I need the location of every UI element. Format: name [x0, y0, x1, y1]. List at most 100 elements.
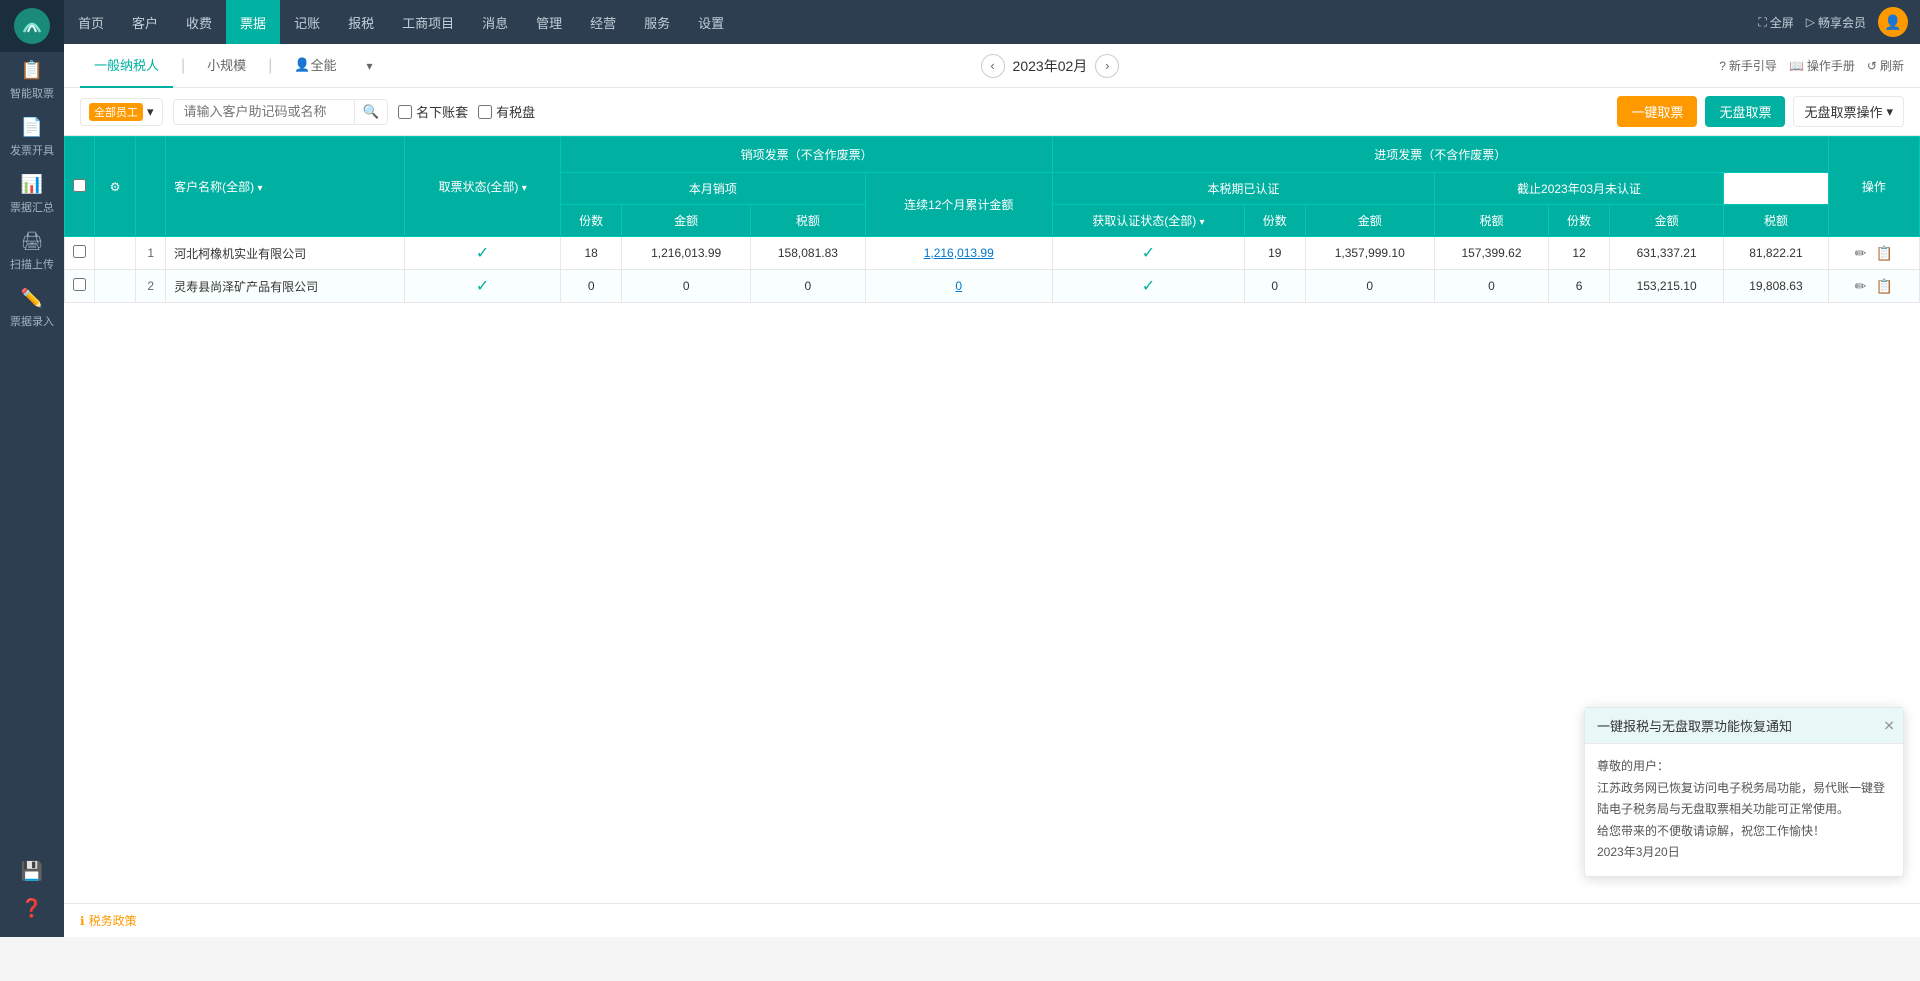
checkbox-has-disk-input[interactable] — [478, 105, 492, 119]
tax-policy-link[interactable]: ℹ 税务政策 — [80, 912, 137, 929]
no-disk-fetch-btn[interactable]: 无盘取票 — [1705, 96, 1785, 127]
popup-line: 尊敬的用户： — [1597, 756, 1891, 778]
nav-service[interactable]: 服务 — [630, 0, 684, 44]
employee-select[interactable]: 全部员工 ▾ — [80, 98, 163, 126]
row-settings-cell — [95, 270, 136, 303]
member-btn[interactable]: ▷ 畅享会员 — [1806, 14, 1866, 31]
sidebar-item-invoice-summary[interactable]: 📊 票据汇总 — [0, 166, 64, 223]
prev-month-btn[interactable]: ‹ — [981, 54, 1005, 78]
fullscreen-btn[interactable]: ⛶ 全屏 — [1758, 14, 1793, 31]
app-logo[interactable] — [0, 0, 64, 52]
nav-billing[interactable]: 收费 — [172, 0, 226, 44]
nav-tax[interactable]: 报税 — [334, 0, 388, 44]
manual-btn[interactable]: 📖 操作手册 — [1789, 57, 1855, 74]
tab-divider-2: | — [268, 57, 272, 75]
sidebar-bottom: 💾 ❓ — [0, 853, 64, 937]
checkbox-own-accounts-input[interactable] — [398, 105, 412, 119]
one-click-fetch-btn[interactable]: 一键取票 — [1617, 96, 1697, 127]
table-row: 1 河北柯橡机实业有限公司 ✓ 18 1,216,013.99 158,081.… — [65, 237, 1920, 270]
sidebar-help-btn[interactable]: ❓ — [0, 890, 64, 927]
nav-home[interactable]: 首页 — [64, 0, 118, 44]
nav-message[interactable]: 消息 — [468, 0, 522, 44]
tab-all[interactable]: 👤 全能 — [280, 44, 350, 88]
popup-line: 2023年3月20日 — [1597, 842, 1891, 864]
row-actions: ✏ 📋 — [1828, 270, 1919, 303]
nav-manage[interactable]: 管理 — [522, 0, 576, 44]
notification-popup: 一键报税与无盘取票功能恢复通知 ✕ 尊敬的用户：江苏政务网已恢复访问电子税务局功… — [1584, 707, 1904, 877]
detail-icon[interactable]: 📋 — [1873, 245, 1896, 261]
nav-settings[interactable]: 设置 — [684, 0, 738, 44]
row-checkbox[interactable] — [73, 245, 86, 258]
filter-bar: 全部员工 ▾ 🔍 名下账套 有税盘 一键取票 无盘取票 无盘取票操作 ▾ — [64, 88, 1920, 136]
th-cert-status[interactable]: 获取认证状态(全部) ▾ — [1052, 205, 1244, 237]
tabbar-right: ? 新手引导 📖 操作手册 ↺ 刷新 — [1719, 57, 1904, 74]
th-sales-month-amount: 金额 — [622, 205, 751, 237]
row-sales-12month[interactable]: 1,216,013.99 — [865, 237, 1052, 270]
user-avatar[interactable]: 👤 — [1878, 7, 1908, 37]
filter-icon[interactable]: ▾ — [258, 183, 263, 194]
popup-close-btn[interactable]: ✕ — [1883, 717, 1895, 734]
th-purchase-deadline-amount: 金额 — [1609, 205, 1723, 237]
search-button[interactable]: 🔍 — [354, 100, 388, 124]
next-month-btn[interactable]: › — [1095, 54, 1119, 78]
th-purchase-period-group: 本税期已认证 — [1052, 173, 1434, 205]
nav-accounting[interactable]: 记账 — [280, 0, 334, 44]
settings-icon[interactable]: ⚙ — [110, 180, 121, 194]
row-checkbox-cell — [65, 237, 95, 270]
no-disk-ops-btn[interactable]: 无盘取票操作 ▾ — [1793, 96, 1904, 127]
tab-all-icon: 👤 — [294, 57, 310, 73]
sales-12month-link[interactable]: 1,216,013.99 — [924, 246, 994, 260]
sidebar-item-label: 智能取票 — [10, 85, 54, 101]
th-fetch-status[interactable]: 取票状态(全部) ▾ — [404, 137, 560, 237]
nav-business[interactable]: 工商项目 — [388, 0, 468, 44]
cert-status-filter-icon[interactable]: ▾ — [1200, 217, 1205, 228]
checkbox-has-disk[interactable]: 有税盘 — [478, 102, 535, 121]
row-num: 2 — [136, 270, 166, 303]
cert-status-check-icon: ✓ — [1142, 278, 1155, 295]
row-sales-month-amount: 1,216,013.99 — [622, 237, 751, 270]
invoice-summary-icon: 📊 — [21, 174, 43, 195]
row-customer: 河北柯橡机实业有限公司 — [166, 237, 405, 270]
row-checkbox[interactable] — [73, 278, 86, 291]
refresh-btn[interactable]: ↺ 刷新 — [1867, 57, 1904, 74]
nav-operation[interactable]: 经营 — [576, 0, 630, 44]
th-customer[interactable]: 客户名称(全部) ▾ — [166, 137, 405, 237]
sidebar-item-invoice-open[interactable]: 📄 发票开具 — [0, 109, 64, 166]
detail-icon[interactable]: 📋 — [1873, 278, 1896, 294]
edit-icon[interactable]: ✏ — [1852, 278, 1870, 294]
search-input[interactable] — [174, 100, 354, 123]
edit-icon[interactable]: ✏ — [1852, 245, 1870, 261]
sales-12month-link[interactable]: 0 — [955, 279, 962, 293]
row-purchase-period-tax: 157,399.62 — [1434, 237, 1548, 270]
row-purchase-deadline-count: 12 — [1549, 237, 1610, 270]
checkbox-own-accounts[interactable]: 名下账套 — [398, 102, 468, 121]
nav-invoice[interactable]: 票据 — [226, 0, 280, 44]
table-row: 2 灵寿县尚泽矿产品有限公司 ✓ 0 0 0 0 ✓ 0 0 0 6 153,2… — [65, 270, 1920, 303]
invoice-entry-icon: ✏️ — [21, 288, 43, 309]
sidebar-item-smart-fetch[interactable]: 📋 智能取票 — [0, 52, 64, 109]
row-sales-12month[interactable]: 0 — [865, 270, 1052, 303]
fetch-status-check-icon: ✓ — [476, 278, 489, 295]
sidebar-item-invoice-entry[interactable]: ✏️ 票据录入 — [0, 280, 64, 337]
popup-scroll[interactable]: 尊敬的用户：江苏政务网已恢复访问电子税务局功能，易代账一键登陆电子税务局与无盘取… — [1597, 756, 1891, 864]
sidebar: 📋 智能取票 📄 发票开具 📊 票据汇总 🖨 扫描上传 ✏️ 票据录入 💾 ❓ — [0, 0, 64, 937]
th-purchase-period-count: 份数 — [1244, 205, 1305, 237]
bottom-bar: ℹ 税务政策 — [64, 903, 1920, 937]
select-all-checkbox[interactable] — [73, 179, 86, 192]
row-cert-status: ✓ — [1052, 270, 1244, 303]
sidebar-download-btn[interactable]: 💾 — [0, 853, 64, 890]
tab-general-taxpayer[interactable]: 一般纳税人 — [80, 44, 173, 88]
nav-customer[interactable]: 客户 — [118, 0, 172, 44]
th-purchase-period-amount: 金额 — [1305, 205, 1434, 237]
filterbar-right: 一键取票 无盘取票 无盘取票操作 ▾ — [1617, 96, 1904, 127]
popup-line: 给您带来的不便敬请谅解，祝您工作愉快！ — [1597, 821, 1891, 843]
tab-small-scale[interactable]: 小规模 — [193, 44, 260, 88]
new-guide-btn[interactable]: ? 新手引导 — [1719, 57, 1777, 74]
fetch-status-filter-icon[interactable]: ▾ — [522, 183, 527, 194]
row-purchase-deadline-amount: 631,337.21 — [1609, 237, 1723, 270]
tab-more-btn[interactable]: ▾ — [359, 44, 381, 88]
employee-tag: 全部员工 — [89, 103, 143, 121]
th-purchase-deadline-group: 截止2023年03月未认证 — [1434, 173, 1723, 205]
sidebar-item-scan-upload[interactable]: 🖨 扫描上传 — [0, 223, 64, 280]
sidebar-item-label: 票据录入 — [10, 313, 54, 329]
